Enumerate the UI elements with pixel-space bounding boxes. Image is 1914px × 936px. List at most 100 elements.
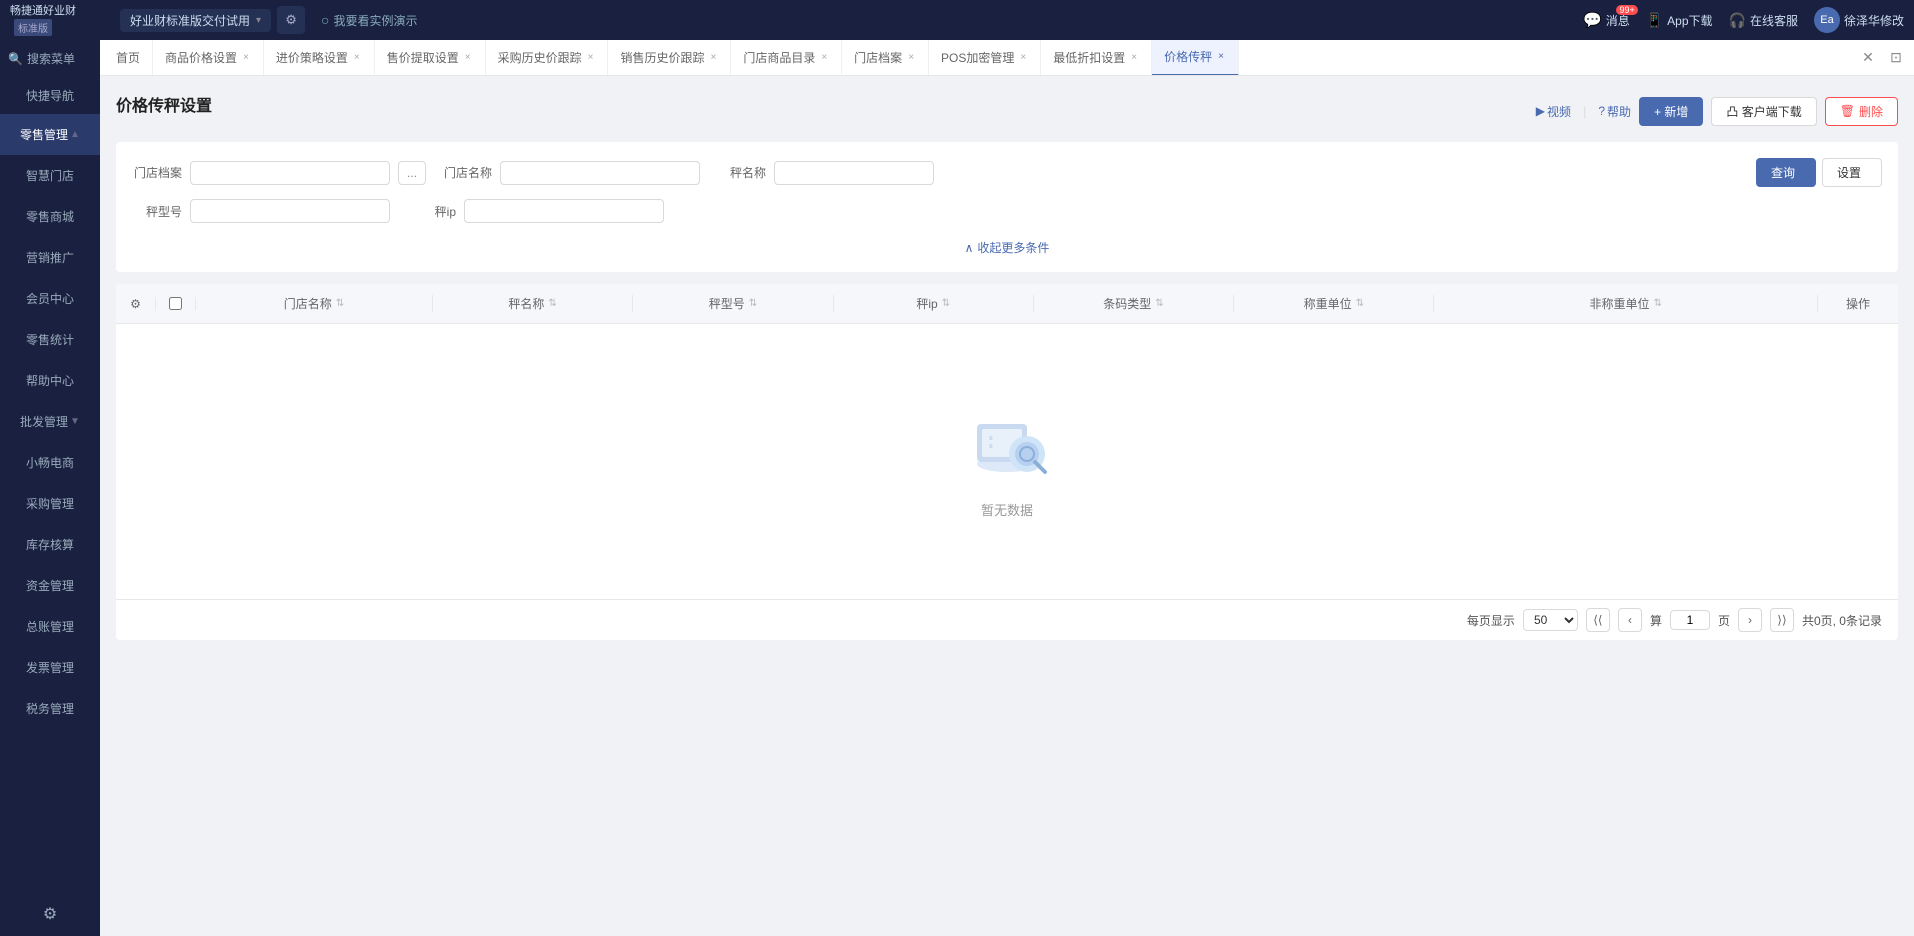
- search-icon: 🔍: [8, 52, 23, 66]
- th-checkbox[interactable]: [156, 297, 196, 310]
- scale-name-label: 秤名称: [716, 164, 766, 181]
- tab-product-pricing-close[interactable]: ×: [241, 50, 251, 65]
- user-name-label: 徐泽华修改: [1844, 12, 1904, 29]
- sidebar-item-member-center[interactable]: 会员中心: [0, 278, 100, 319]
- next-page-icon: ›: [1748, 613, 1752, 627]
- store-profile-input[interactable]: [190, 161, 390, 185]
- tab-store-catalog-label: 门店商品目录: [743, 49, 815, 66]
- app-download-label: App下载: [1667, 12, 1712, 29]
- set-button[interactable]: 设置: [1822, 158, 1882, 187]
- sidebar-item-inventory[interactable]: 库存核算: [0, 524, 100, 565]
- tab-min-discount[interactable]: 最低折扣设置 ×: [1041, 40, 1152, 76]
- app-icon: 📱: [1646, 12, 1663, 29]
- search-menu-item[interactable]: 🔍 搜索菜单: [0, 40, 100, 77]
- query-button-label: 查询: [1771, 164, 1795, 181]
- tab-purchase-strategy-close[interactable]: ×: [352, 50, 362, 65]
- tab-home-label: 首页: [116, 49, 140, 66]
- version-badge: 标准版: [14, 19, 52, 36]
- tab-home[interactable]: 首页: [104, 40, 153, 76]
- sidebar-item-marketing[interactable]: 营销推广: [0, 237, 100, 278]
- th-non-weight-unit-label: 非称重单位: [1590, 295, 1650, 312]
- store-profile-ellipsis[interactable]: ...: [398, 161, 426, 185]
- tab-price-relay-close[interactable]: ×: [1216, 49, 1226, 64]
- tab-min-discount-close[interactable]: ×: [1129, 50, 1139, 65]
- close-all-tabs-button[interactable]: ✕: [1854, 44, 1882, 72]
- sidebar-item-help-center[interactable]: 帮助中心: [0, 360, 100, 401]
- env-selector[interactable]: 好业财标准版交付试用 ▾: [120, 9, 271, 32]
- top-bar: 畅捷通好业财 标准版 好业财标准版交付试用 ▾ ⚙ ○ 我要看实例演示 💬 消息…: [0, 0, 1914, 40]
- tab-sale-extraction[interactable]: 售价提取设置 ×: [375, 40, 486, 76]
- scale-model-input[interactable]: [190, 199, 390, 223]
- help-icon: ?: [1598, 104, 1605, 118]
- sidebar-item-smart-store[interactable]: 智慧门店: [0, 155, 100, 196]
- sidebar-item-funds-mgmt[interactable]: 资金管理: [0, 565, 100, 606]
- sidebar-item-retail-stats[interactable]: 零售统计: [0, 319, 100, 360]
- sidebar-item-retail-mgmt[interactable]: 零售管理 ▲: [0, 114, 100, 155]
- prev-page-button[interactable]: ‹: [1618, 608, 1642, 632]
- per-page-select[interactable]: 50 10 20 100: [1523, 609, 1578, 631]
- online-service-button[interactable]: 🎧 在线客服: [1729, 12, 1798, 29]
- tab-store-catalog-close[interactable]: ×: [819, 50, 829, 65]
- delete-button[interactable]: 🗑 删除: [1825, 97, 1898, 126]
- new-button[interactable]: + 新增: [1639, 97, 1703, 126]
- tab-sale-extraction-close[interactable]: ×: [463, 50, 473, 65]
- video-link[interactable]: ▶ 视频: [1536, 103, 1571, 120]
- first-page-button[interactable]: ⟨⟨: [1586, 608, 1610, 632]
- store-name-input[interactable]: [500, 161, 700, 185]
- sidebar-item-general-ledger[interactable]: 总账管理: [0, 606, 100, 647]
- th-gear[interactable]: ⚙: [116, 297, 156, 311]
- user-profile-button[interactable]: Ea 徐泽华修改: [1814, 7, 1904, 33]
- sort-weight-icon[interactable]: ⇅: [1356, 298, 1364, 309]
- env-settings-button[interactable]: ⚙: [277, 6, 305, 34]
- sort-scale-ip-icon[interactable]: ⇅: [942, 298, 950, 309]
- tab-purchase-strategy[interactable]: 进价策略设置 ×: [264, 40, 375, 76]
- message-button[interactable]: 💬 消息 99+: [1583, 11, 1630, 29]
- download-client-button[interactable]: 凸 客户端下载: [1711, 97, 1816, 126]
- last-page-button[interactable]: ⟩⟩: [1770, 608, 1794, 632]
- help-link[interactable]: ? 帮助: [1598, 103, 1631, 120]
- tab-pos-encryption-close[interactable]: ×: [1018, 50, 1028, 65]
- next-page-button[interactable]: ›: [1738, 608, 1762, 632]
- demo-circle-icon: ○: [321, 12, 329, 28]
- sidebar-item-wholesale-mgmt[interactable]: 批发管理 ▼: [0, 401, 100, 442]
- delete-label: 删除: [1859, 103, 1883, 120]
- scale-name-input[interactable]: [774, 161, 934, 185]
- tab-sale-history[interactable]: 销售历史价跟踪 ×: [608, 40, 731, 76]
- filter-row-2: 秤型号 秤ip: [132, 199, 1882, 223]
- sidebar-item-online-store[interactable]: 零售商城: [0, 196, 100, 237]
- query-button[interactable]: 查询: [1756, 158, 1816, 187]
- page-number-input[interactable]: [1670, 610, 1710, 630]
- sidebar-item-purchase-mgmt[interactable]: 采购管理: [0, 483, 100, 524]
- sidebar-online-store-label: 零售商城: [26, 208, 74, 225]
- tab-pos-encryption[interactable]: POS加密管理 ×: [929, 40, 1041, 76]
- app-download-button[interactable]: 📱 App下载: [1646, 12, 1713, 29]
- maximize-button[interactable]: ⊡: [1882, 44, 1910, 72]
- sort-nonweight-icon[interactable]: ⇅: [1654, 298, 1662, 309]
- tab-product-pricing[interactable]: 商品价格设置 ×: [153, 40, 264, 76]
- tab-store-profile[interactable]: 门店档案 ×: [842, 40, 929, 76]
- quick-nav-item[interactable]: 快捷导航: [0, 77, 100, 114]
- sort-barcode-icon[interactable]: ⇅: [1155, 298, 1163, 309]
- tab-purchase-history-close[interactable]: ×: [586, 50, 596, 65]
- sidebar-item-invoice-mgmt[interactable]: 发票管理: [0, 647, 100, 688]
- sort-scale-model-icon[interactable]: ⇅: [749, 298, 757, 309]
- tab-min-discount-label: 最低折扣设置: [1053, 49, 1125, 66]
- tab-store-profile-close[interactable]: ×: [906, 50, 916, 65]
- select-all-checkbox[interactable]: [169, 297, 182, 310]
- collapse-bar[interactable]: ∧ 收起更多条件: [132, 235, 1882, 256]
- filter-row-1: 门店档案 ... 门店名称 秤名称 查询: [132, 158, 1882, 187]
- sidebar-settings-button[interactable]: ⚙: [0, 892, 100, 936]
- th-scale-ip: 秤ip ⇅: [834, 295, 1034, 312]
- sidebar-item-xiaochange-ecom[interactable]: 小畅电商: [0, 442, 100, 483]
- tab-purchase-history[interactable]: 采购历史价跟踪 ×: [486, 40, 609, 76]
- tab-store-catalog[interactable]: 门店商品目录 ×: [731, 40, 842, 76]
- tab-sale-history-close[interactable]: ×: [708, 50, 718, 65]
- sort-store-icon[interactable]: ⇅: [336, 298, 344, 309]
- demo-link[interactable]: ○ 我要看实例演示: [321, 12, 417, 29]
- tab-price-relay[interactable]: 价格传秤 ×: [1152, 40, 1239, 76]
- sidebar-retail-stats-label: 零售统计: [26, 331, 74, 348]
- scale-ip-input[interactable]: [464, 199, 664, 223]
- search-menu-label: 搜索菜单: [27, 50, 75, 67]
- sidebar-item-tax-mgmt[interactable]: 税务管理: [0, 688, 100, 729]
- sort-scale-name-icon[interactable]: ⇅: [548, 298, 556, 309]
